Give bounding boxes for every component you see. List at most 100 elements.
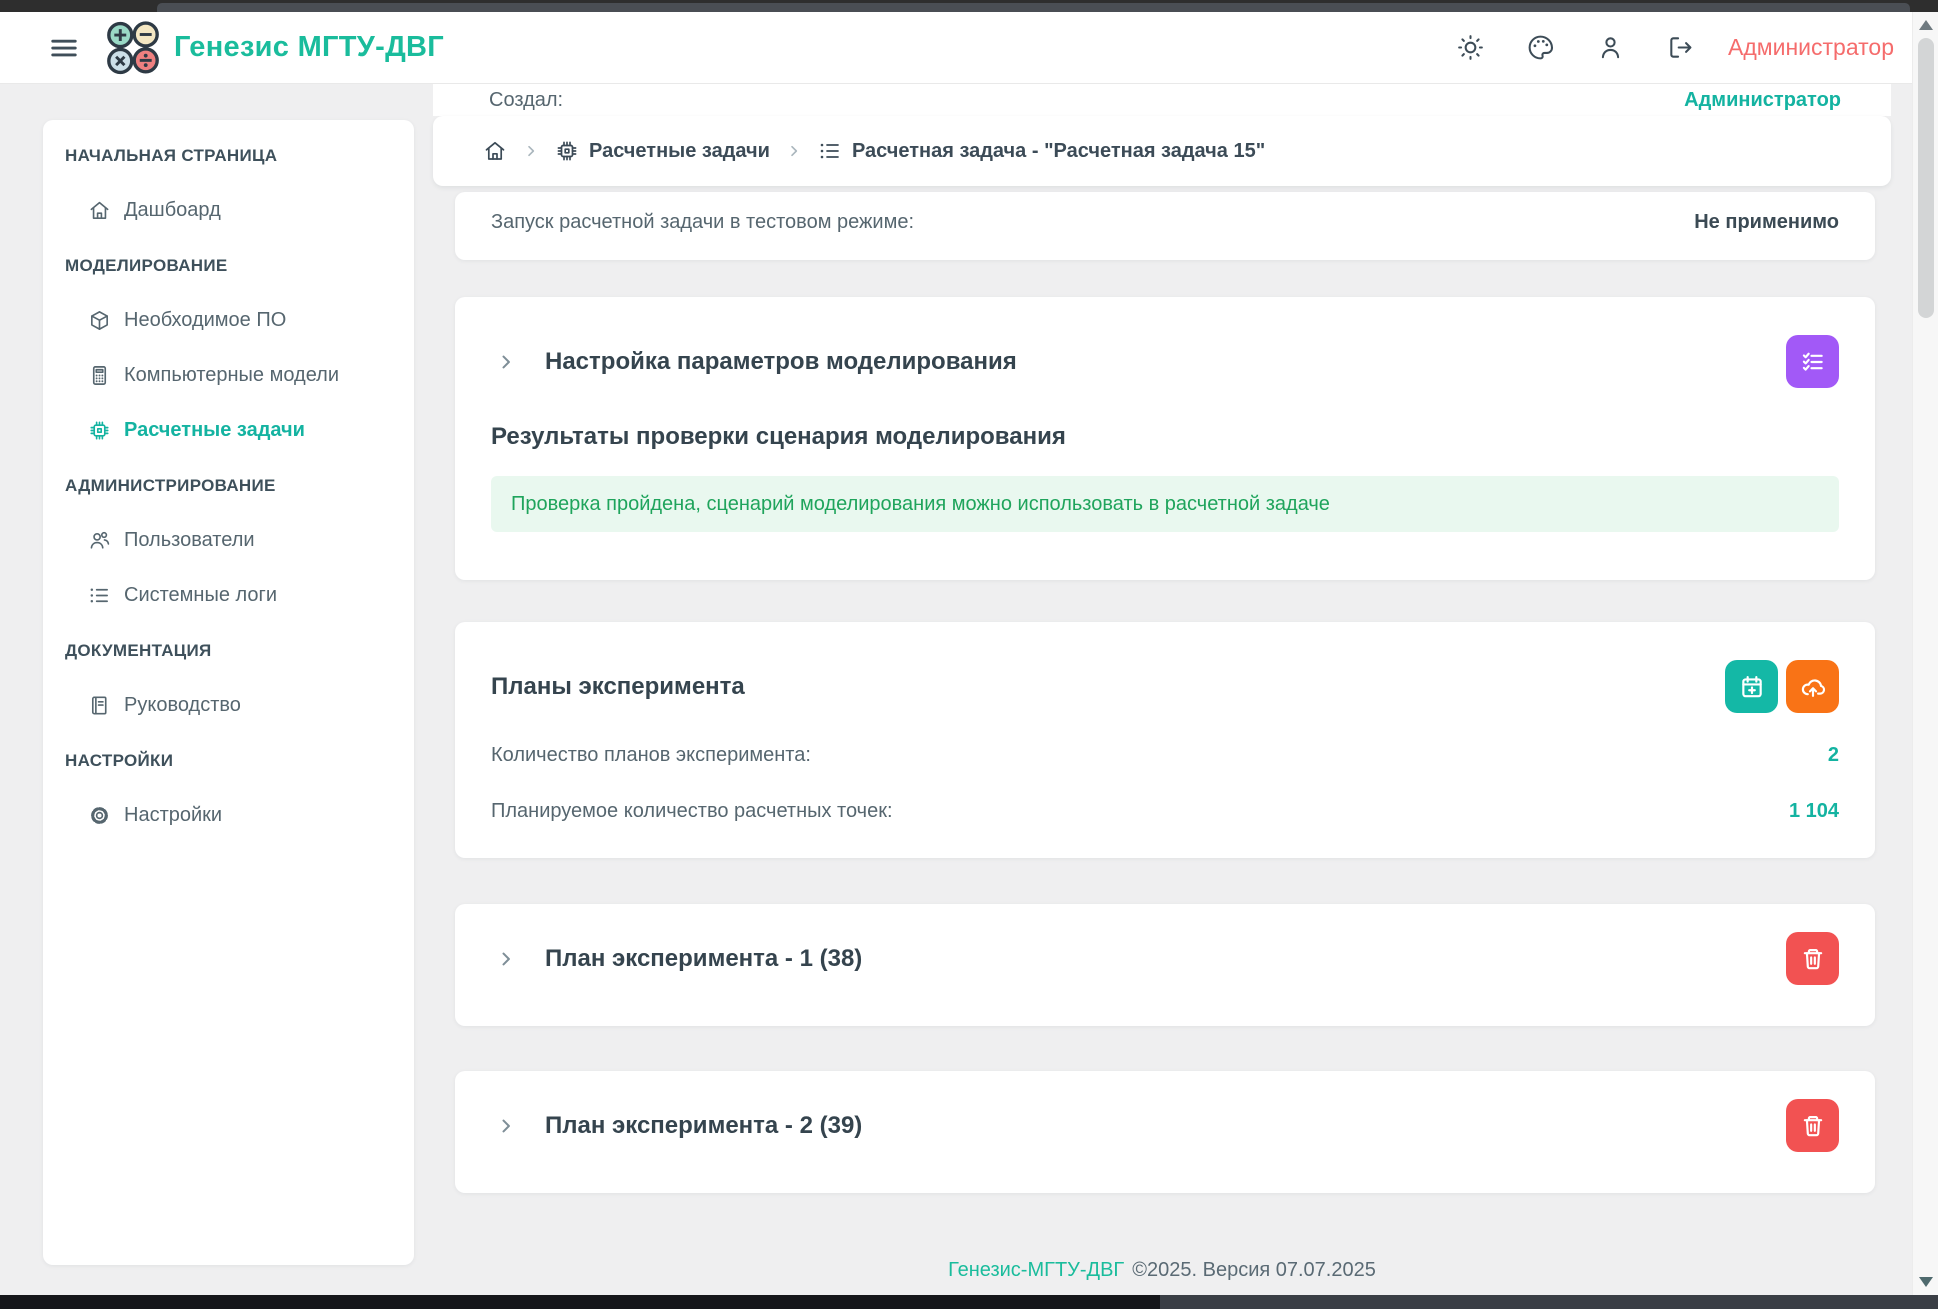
scroll-up-arrow-icon[interactable] [1919,20,1933,30]
sidebar-item-label: Компьютерные модели [124,364,340,386]
app-logo-icon [106,21,160,75]
home-icon [88,199,111,222]
profile-button[interactable] [1594,32,1626,64]
plan-item-header: План эксперимента - 1 (38) [491,904,1839,985]
trash-icon [1800,946,1826,972]
home-icon [483,139,507,163]
page-body: НАЧАЛЬНАЯ СТРАНИЦА Дашбоард МОДЕЛИРОВАНИ… [0,84,1938,1295]
theme-toggle-button[interactable] [1454,32,1486,64]
user-role-label[interactable]: Администратор [1728,34,1894,61]
breadcrumb-task-list[interactable]: Расчетные задачи [555,139,770,163]
taskbar-strip [0,1295,1938,1309]
cloud-upload-icon [1800,674,1826,700]
sidebar-item-system-logs[interactable]: Системные логи [43,568,414,623]
sidebar-item-label: Расчетные задачи [124,419,305,441]
upload-plan-button[interactable] [1786,660,1839,713]
breadcrumb-task-detail: Расчетная задача - "Расчетная задача 15" [818,139,1265,163]
sidebar-item-settings[interactable]: Настройки [43,788,414,843]
palette-button[interactable] [1524,32,1556,64]
cpu-icon [555,139,579,163]
sidebar: НАЧАЛЬНАЯ СТРАНИЦА Дашбоард МОДЕЛИРОВАНИ… [43,120,414,1265]
experiment-plan-item-1: План эксперимента - 1 (38) [455,904,1875,1026]
chevron-right-icon [496,949,516,969]
check-results-heading: Результаты проверки сценария моделирован… [491,423,1066,450]
sidebar-section-settings: НАСТРОЙКИ [65,750,174,770]
gear-icon [88,804,111,827]
sidebar-item-users[interactable]: Пользователи [43,513,414,568]
scenario-checklist-button[interactable] [1786,335,1839,388]
expand-plan-2-button[interactable] [491,1111,521,1141]
list-icon [818,139,842,163]
list-icon [88,584,111,607]
sidebar-item-required-software[interactable]: Необходимое ПО [43,293,414,348]
breadcrumb: Расчетные задачи Расчетная задача - "Рас… [433,116,1891,186]
sidebar-section-home: НАЧАЛЬНАЯ СТРАНИЦА [65,145,278,165]
test-mode-card: Запуск расчетной задачи в тестовом режим… [455,192,1875,260]
breadcrumb-home[interactable] [483,139,507,163]
delete-plan-1-button[interactable] [1786,932,1839,985]
plan-item-header: План эксперимента - 2 (39) [491,1071,1839,1152]
plans-count-row: Количество планов эксперимента: 2 [491,741,1839,769]
vertical-scrollbar[interactable] [1912,12,1938,1295]
created-by-value: Администратор [1684,88,1841,111]
menu-toggle-button[interactable] [44,28,84,68]
scrollbar-thumb[interactable] [1918,38,1934,318]
theme-sun-icon [1456,33,1485,62]
page-footer: Генезис-МГТУ-ДВГ ©2025. Версия 07.07.202… [433,1254,1891,1286]
check-success-message: Проверка пройдена, сценарий моделировани… [511,492,1330,515]
app-title: Генезис МГТУ-ДВГ [174,31,445,63]
plans-count-label: Количество планов эксперимента: [491,744,811,766]
sidebar-item-label: Дашбоард [124,199,221,221]
menu-icon [47,33,81,63]
test-mode-row: Запуск расчетной задачи в тестовом режим… [491,192,1839,236]
breadcrumb-task-list-label: Расчетные задачи [589,139,770,162]
test-mode-value: Не применимо [1694,211,1839,233]
chevron-right-icon [496,1116,516,1136]
expand-plan-1-button[interactable] [491,944,521,974]
experiment-plan-item-2: План эксперимента - 2 (39) [455,1071,1875,1193]
sidebar-item-label: Настройки [124,804,223,826]
sidebar-item-calculation-tasks[interactable]: Расчетные задачи [43,403,414,458]
plan-1-title: План эксперимента - 1 (38) [545,944,863,972]
taskbar-strip-right [1160,1295,1938,1309]
sidebar-item-label: Пользователи [124,529,255,551]
simulation-card-header: Настройка параметров моделирования [491,297,1839,388]
sidebar-item-dashboard[interactable]: Дашбоард [43,183,414,238]
users-icon [88,529,111,552]
calculator-icon [88,364,111,387]
chevron-right-icon [496,352,516,372]
sidebar-section-modeling: МОДЕЛИРОВАНИЕ [65,255,228,275]
add-plan-button[interactable] [1725,660,1778,713]
breadcrumb-task-detail-label: Расчетная задача - "Расчетная задача 15" [851,139,1266,162]
expand-simulation-button[interactable] [491,347,521,377]
palette-icon [1526,33,1555,62]
chevron-right-icon [786,143,802,159]
person-icon [1596,33,1625,62]
book-icon [88,694,111,717]
logout-button[interactable] [1664,32,1696,64]
plans-count-value: 2 [1827,744,1839,766]
header-actions: Администратор [1454,32,1894,64]
chevron-right-icon [523,143,539,159]
sidebar-section-administration: АДМИНИСТРИРОВАНИЕ [65,475,276,495]
sidebar-item-manual[interactable]: Руководство [43,678,414,733]
app-header: Генезис МГТУ-ДВГ Администратор [0,12,1938,84]
browser-tab [157,3,1910,12]
calendar-plus-icon [1739,674,1765,700]
sidebar-item-label: Системные логи [124,584,278,606]
sidebar-item-computer-models[interactable]: Компьютерные модели [43,348,414,403]
points-count-label: Планируемое количество расчетных точек: [491,800,893,822]
footer-brand-link[interactable]: Генезис-МГТУ-ДВГ [948,1259,1124,1282]
sidebar-item-label: Необходимое ПО [124,309,287,331]
logout-icon [1666,33,1695,62]
plan-2-title: План эксперимента - 2 (39) [545,1111,863,1139]
sidebar-section-documentation: ДОКУМЕНТАЦИЯ [65,640,212,660]
created-by-row: Создал: Администратор [433,84,1891,116]
plans-card-header: Планы эксперимента [491,622,1839,713]
check-success-alert: Проверка пройдена, сценарий моделировани… [491,476,1839,532]
simulation-card-title: Настройка параметров моделирования [545,347,1017,375]
plans-card-title: Планы эксперимента [491,672,745,700]
delete-plan-2-button[interactable] [1786,1099,1839,1152]
scroll-down-arrow-icon[interactable] [1919,1277,1933,1287]
sidebar-item-label: Руководство [124,694,241,716]
